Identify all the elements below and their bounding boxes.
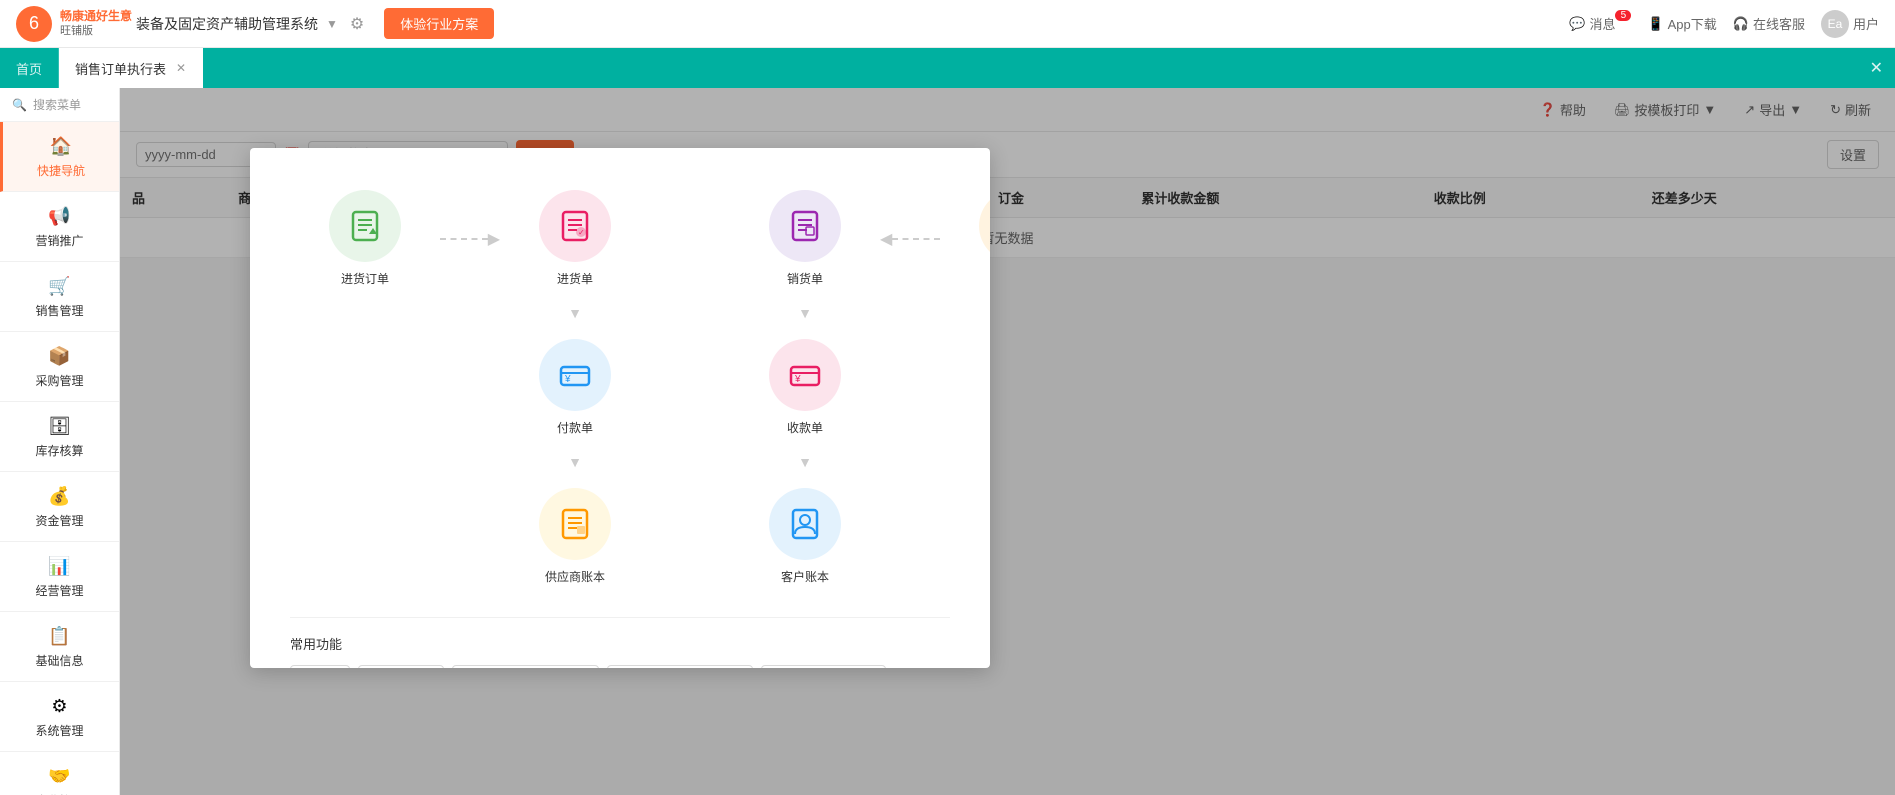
message-btn[interactable]: 💬 消息 5 xyxy=(1569,14,1631,33)
quick-nav-icon: 🏠 xyxy=(49,134,73,158)
phone-icon: 📱 xyxy=(1647,16,1663,32)
func-btn-product[interactable]: 商品 xyxy=(290,665,350,668)
main-layout: 🔍 搜索菜单 🏠 快捷导航 📢 营销推广 🛒 销售管理 📦 采购管理 🗄 库存核… xyxy=(0,88,1895,795)
func-btn-sales-margin[interactable]: 销售毛利分析表 xyxy=(761,665,886,668)
customer-ledger-label: 客户账本 xyxy=(781,568,829,585)
purchase-icon: 📦 xyxy=(48,344,72,368)
basic-icon: 📋 xyxy=(48,624,72,648)
flow-node-payment[interactable]: ¥ 付款单 xyxy=(527,327,623,448)
purchase-bill-label: 进货单 xyxy=(557,270,593,287)
sidebar-item-purchase[interactable]: 📦 采购管理 xyxy=(0,332,119,402)
settings-icon[interactable]: ⚙ xyxy=(350,14,364,34)
search-icon: 🔍 xyxy=(12,98,27,112)
func-btn-contact[interactable]: 往来单位 xyxy=(358,665,444,668)
svg-text:¥: ¥ xyxy=(794,374,801,385)
sidebar-item-operations[interactable]: 📊 经营管理 xyxy=(0,542,119,612)
modal-overlay: 进货订单 ▶ ✓ 进货单 xyxy=(120,88,1895,795)
operations-icon: 📊 xyxy=(48,554,72,578)
common-functions: 常用功能 商品 往来单位 现存量(库存状况表) 现存量(库存分布表) 销售毛利分… xyxy=(290,617,950,668)
message-badge: 5 xyxy=(1615,10,1631,21)
payment-circle: ¥ xyxy=(539,339,611,411)
tab-bar: 首页 销售订单执行表 ✕ ✕ xyxy=(0,48,1895,88)
sidebar: 🔍 搜索菜单 🏠 快捷导航 📢 营销推广 🛒 销售管理 📦 采购管理 🗄 库存核… xyxy=(0,88,120,795)
func-btn-stock-status[interactable]: 现存量(库存状况表) xyxy=(452,665,599,668)
sidebar-item-basic[interactable]: 📋 基础信息 xyxy=(0,612,119,682)
header-right: 💬 消息 5 📱 App下载 🎧 在线客服 Ea 用户 xyxy=(1569,10,1879,38)
trial-btn[interactable]: 体验行业方案 xyxy=(384,8,494,39)
sales-bill-label: 销货单 xyxy=(787,270,823,287)
arrow-down-payment: ▼ xyxy=(568,454,582,470)
sidebar-item-sales[interactable]: 🛒 销售管理 xyxy=(0,262,119,332)
avatar: Ea xyxy=(1821,10,1849,38)
purchase-bill-circle: ✓ xyxy=(539,190,611,262)
sales-order-circle xyxy=(979,190,990,262)
modal-content: 进货订单 ▶ ✓ 进货单 xyxy=(250,148,990,668)
sales-icon: 🛒 xyxy=(48,274,72,298)
purchase-order-label: 进货订单 xyxy=(341,270,389,287)
flow-node-purchase-order[interactable]: 进货订单 xyxy=(317,178,413,299)
svg-text:¥: ¥ xyxy=(564,374,571,385)
user-area[interactable]: Ea 用户 xyxy=(1821,10,1879,38)
marketing-icon: 📢 xyxy=(48,204,72,228)
tab-sales-order-label: 销售订单执行表 xyxy=(75,59,166,78)
tab-close-icon[interactable]: ✕ xyxy=(176,61,186,75)
top-header: 6 畅康通好生意 旺铺版 装备及固定资产辅助管理系统 ▼ ⚙ 体验行业方案 💬 … xyxy=(0,0,1895,48)
headset-icon: 🎧 xyxy=(1733,16,1749,32)
modal-box: 进货订单 ▶ ✓ 进货单 xyxy=(250,148,990,668)
receipt-circle: ¥ xyxy=(769,339,841,411)
logo-text: 畅康通好生意 旺铺版 xyxy=(60,9,132,39)
receipt-label: 收款单 xyxy=(787,419,823,436)
arrow-right-1: ▶ xyxy=(440,229,500,249)
system-title: 装备及固定资产辅助管理系统 xyxy=(136,14,318,34)
online-service-btn[interactable]: 🎧 在线客服 xyxy=(1733,14,1805,33)
logo-icon: 6 xyxy=(16,6,52,42)
arrow-down-purchase: ▼ xyxy=(568,305,582,321)
tab-sales-order[interactable]: 销售订单执行表 ✕ xyxy=(59,48,203,88)
logo-area: 6 畅康通好生意 旺铺版 xyxy=(16,6,136,42)
sidebar-item-enterprise[interactable]: 🤝 企业协同 xyxy=(0,752,119,795)
inventory-icon: 🗄 xyxy=(48,414,72,438)
supplier-ledger-circle xyxy=(539,488,611,560)
flow-diagram: 进货订单 ▶ ✓ 进货单 xyxy=(290,178,950,597)
function-buttons-row-1: 商品 往来单位 现存量(库存状况表) 现存量(库存分布表) 销售毛利分析表 商品… xyxy=(290,665,950,668)
sidebar-item-finance[interactable]: 💰 资金管理 xyxy=(0,472,119,542)
arrow-left-1: ◀ xyxy=(880,229,940,249)
flow-node-customer-ledger[interactable]: 客户账本 xyxy=(757,476,853,597)
search-menu-btn[interactable]: 🔍 搜索菜单 xyxy=(0,88,119,122)
system-icon: ⚙ xyxy=(48,694,72,718)
flow-node-purchase-bill[interactable]: ✓ 进货单 xyxy=(527,178,623,299)
flow-node-supplier-ledger[interactable]: 供应商账本 xyxy=(527,476,623,597)
func-btn-stock-dist[interactable]: 现存量(库存分布表) xyxy=(607,665,754,668)
sidebar-item-marketing[interactable]: 📢 营销推广 xyxy=(0,192,119,262)
arrow-down-receipt: ▼ xyxy=(798,454,812,470)
app-download-btn[interactable]: 📱 App下载 xyxy=(1647,14,1716,33)
system-title-area: 装备及固定资产辅助管理系统 ▼ ⚙ 体验行业方案 xyxy=(136,8,1569,39)
customer-ledger-circle xyxy=(769,488,841,560)
content-area: ❓ 帮助 🖨 按模板打印 ▼ ↗ 导出 ▼ ↻ 刷新 📅 单据状态 xyxy=(120,88,1895,795)
enterprise-icon: 🤝 xyxy=(48,764,72,788)
tab-end-close-icon[interactable]: ✕ xyxy=(1870,58,1883,78)
payment-label: 付款单 xyxy=(557,419,593,436)
dropdown-arrow-icon[interactable]: ▼ xyxy=(326,17,338,31)
flow-node-sales-order[interactable]: 销售订单 xyxy=(967,178,990,299)
message-icon: 💬 xyxy=(1569,16,1585,32)
common-functions-title: 常用功能 xyxy=(290,634,950,653)
supplier-ledger-label: 供应商账本 xyxy=(545,568,605,585)
flow-node-sales-bill[interactable]: 销货单 xyxy=(757,178,853,299)
tab-home-label: 首页 xyxy=(16,59,42,78)
sidebar-item-quick-nav[interactable]: 🏠 快捷导航 xyxy=(0,122,119,192)
flow-node-receipt[interactable]: ¥ 收款单 xyxy=(757,327,853,448)
tab-home[interactable]: 首页 xyxy=(0,48,59,88)
sales-bill-circle xyxy=(769,190,841,262)
sidebar-item-inventory[interactable]: 🗄 库存核算 xyxy=(0,402,119,472)
svg-text:✓: ✓ xyxy=(578,228,585,237)
purchase-order-circle xyxy=(329,190,401,262)
finance-icon: 💰 xyxy=(48,484,72,508)
sidebar-item-system[interactable]: ⚙ 系统管理 xyxy=(0,682,119,752)
arrow-down-sales: ▼ xyxy=(798,305,812,321)
